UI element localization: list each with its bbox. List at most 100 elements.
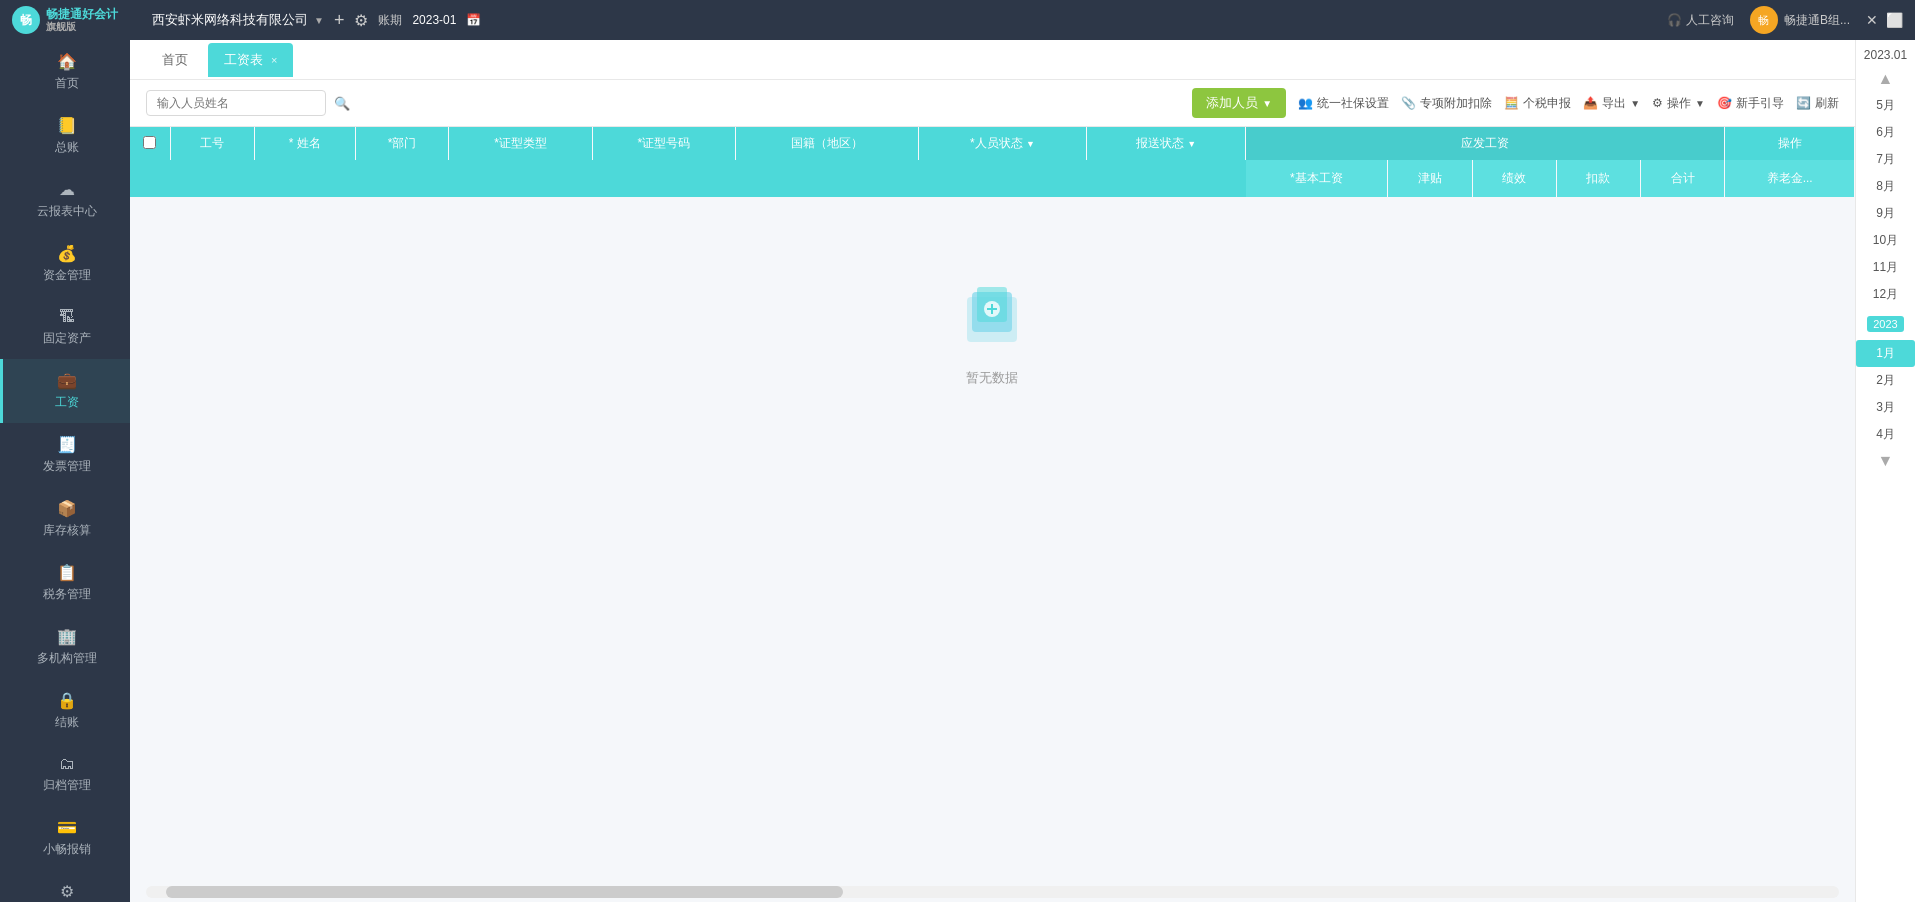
timeline-month-5[interactable]: 5月 [1856, 92, 1915, 119]
sidebar-label-invoice: 发票管理 [43, 458, 91, 475]
salary-table: 工号 * 姓名 *部门 *证型类型 *证型号码 国籍（地区） *人员状态 ▼ 报… [130, 127, 1855, 467]
add-dropdown-icon: ▼ [1262, 98, 1272, 109]
search-icon[interactable]: 🔍 [334, 96, 350, 111]
timeline-month-11[interactable]: 11月 [1856, 254, 1915, 281]
sidebar-item-fixed-assets[interactable]: 🏗 固定资产 [0, 296, 130, 359]
th-checkbox[interactable] [130, 127, 170, 160]
org-icon: 🏢 [57, 627, 77, 646]
th-cert-type: *证型类型 [449, 127, 592, 160]
invoice-icon: 🧾 [57, 435, 77, 454]
add-person-button[interactable]: 添加人员 ▼ [1192, 88, 1286, 118]
refresh-label: 刷新 [1815, 95, 1839, 112]
timeline-nav-down[interactable]: ▼ [1874, 448, 1898, 474]
horizontal-scrollbar[interactable] [146, 886, 1839, 898]
salary-icon: 💼 [57, 371, 77, 390]
inventory-icon: 📦 [57, 499, 77, 518]
timeline-month-8[interactable]: 8月 [1856, 173, 1915, 200]
sidebar-label-ledger: 总账 [55, 139, 79, 156]
timeline-month-9[interactable]: 9月 [1856, 200, 1915, 227]
settings-icon[interactable]: ⚙ [354, 11, 368, 30]
scrollbar-thumb[interactable] [166, 886, 843, 898]
add-person-label: 添加人员 [1206, 94, 1258, 112]
user-service-button[interactable]: 🎧 人工咨询 [1667, 12, 1734, 29]
sidebar-item-tax[interactable]: 📋 税务管理 [0, 551, 130, 615]
close-icon[interactable]: ✕ [1866, 12, 1878, 28]
timeline-month-4[interactable]: 4月 [1856, 421, 1915, 448]
timeline-month-10[interactable]: 10月 [1856, 227, 1915, 254]
timeline-month-1[interactable]: 1月 [1856, 340, 1915, 367]
search-input[interactable] [146, 90, 326, 116]
sidebar-item-ledger[interactable]: 📒 总账 [0, 104, 130, 168]
user-name: 畅捷通B组... [1784, 12, 1850, 29]
sidebar-label-expense: 小畅报销 [43, 841, 91, 858]
sidebar-label-assets: 固定资产 [43, 330, 91, 347]
close-account-icon: 🔒 [57, 691, 77, 710]
th-report-status[interactable]: 报送状态 ▼ [1087, 127, 1246, 160]
company-selector[interactable]: 西安虾米网络科技有限公司 ▼ [152, 11, 324, 29]
refresh-button[interactable]: 🔄 刷新 [1796, 95, 1839, 112]
sidebar-item-archive[interactable]: 🗂 归档管理 [0, 743, 130, 806]
operation-button[interactable]: ⚙ 操作 ▼ [1652, 95, 1705, 112]
social-security-icon: 👥 [1298, 96, 1313, 110]
refresh-icon: 🔄 [1796, 96, 1811, 110]
operation-icon: ⚙ [1652, 96, 1663, 110]
timeline-month-2[interactable]: 2月 [1856, 367, 1915, 394]
guide-button[interactable]: 🎯 新手引导 [1717, 95, 1784, 112]
sidebar-item-inventory[interactable]: 📦 库存核算 [0, 487, 130, 551]
sidebar-item-home[interactable]: 🏠 首页 [0, 40, 130, 104]
ledger-icon: 📒 [57, 116, 77, 135]
timeline-nav-up[interactable]: ▲ [1874, 66, 1898, 92]
archive-icon: 🗂 [59, 755, 75, 773]
operation-dropdown-icon: ▼ [1695, 98, 1705, 109]
special-deduction-label: 专项附加扣除 [1420, 95, 1492, 112]
select-all-checkbox[interactable] [143, 136, 156, 149]
th-total: 合计 [1641, 160, 1725, 197]
social-security-button[interactable]: 👥 统一社保设置 [1298, 95, 1389, 112]
calendar-icon[interactable]: 📅 [466, 13, 481, 27]
sidebar-label-archive: 归档管理 [43, 777, 91, 794]
timeline-panel: 2023.01 ▲ 5月 6月 7月 8月 9月 10月 11月 12月 202… [1855, 40, 1915, 902]
sidebar-item-close-account[interactable]: 🔒 结账 [0, 679, 130, 743]
sidebar-item-salary[interactable]: 💼 工资 [0, 359, 130, 423]
logo-area: 畅 畅捷通好会计 旗舰版 [12, 6, 142, 34]
timeline-year-label: 2023 [1867, 316, 1903, 332]
empty-state: 暂无数据 [130, 197, 1855, 467]
special-deduction-button[interactable]: 📎 专项附加扣除 [1401, 95, 1492, 112]
header-actions: + ⚙ 账期 2023-01 📅 [334, 10, 482, 31]
sidebar-item-expense[interactable]: 💳 小畅报销 [0, 806, 130, 870]
report-filter-icon[interactable]: ▼ [1187, 139, 1196, 149]
timeline-month-7[interactable]: 7月 [1856, 146, 1915, 173]
timeline-month-3[interactable]: 3月 [1856, 394, 1915, 421]
headset-icon: 🎧 [1667, 13, 1682, 27]
sidebar-item-fund[interactable]: 💰 资金管理 [0, 232, 130, 296]
sidebar-item-invoice[interactable]: 🧾 发票管理 [0, 423, 130, 487]
app-version: 旗舰版 [46, 21, 118, 33]
basic-setting-icon: ⚙ [60, 882, 74, 901]
th-person-status[interactable]: *人员状态 ▼ [918, 127, 1086, 160]
export-button[interactable]: 📤 导出 ▼ [1583, 95, 1640, 112]
timeline-month-6[interactable]: 6月 [1856, 119, 1915, 146]
logo-icon: 畅 [12, 6, 40, 34]
tab-home[interactable]: 首页 [146, 43, 204, 77]
expense-icon: 💳 [57, 818, 77, 837]
guide-toolbar-icon: 🎯 [1717, 96, 1732, 110]
fund-icon: 💰 [57, 244, 77, 263]
add-icon[interactable]: + [334, 10, 345, 31]
special-deduction-icon: 📎 [1401, 96, 1416, 110]
sidebar-label-salary: 工资 [55, 394, 79, 411]
maximize-icon[interactable]: ⬜ [1886, 12, 1903, 28]
period-label: 账期 [378, 12, 402, 29]
user-area[interactable]: 畅 畅捷通B组... [1750, 6, 1850, 34]
sidebar-item-basic-setting[interactable]: ⚙ 基础设置 [0, 870, 130, 902]
timeline-month-12[interactable]: 12月 [1856, 281, 1915, 308]
sidebar-label-home: 首页 [55, 75, 79, 92]
sidebar-item-cloud-report[interactable]: ☁ 云报表中心 [0, 168, 130, 232]
status-filter-icon[interactable]: ▼ [1026, 139, 1035, 149]
personal-tax-button[interactable]: 🧮 个税申报 [1504, 95, 1571, 112]
sidebar-item-multi-org[interactable]: 🏢 多机构管理 [0, 615, 130, 679]
th-deduct: 扣款 [1556, 160, 1640, 197]
operation-label: 操作 [1667, 95, 1691, 112]
tab-salary[interactable]: 工资表 × [208, 43, 293, 77]
personal-tax-icon: 🧮 [1504, 96, 1519, 110]
tab-close-icon[interactable]: × [271, 54, 277, 66]
